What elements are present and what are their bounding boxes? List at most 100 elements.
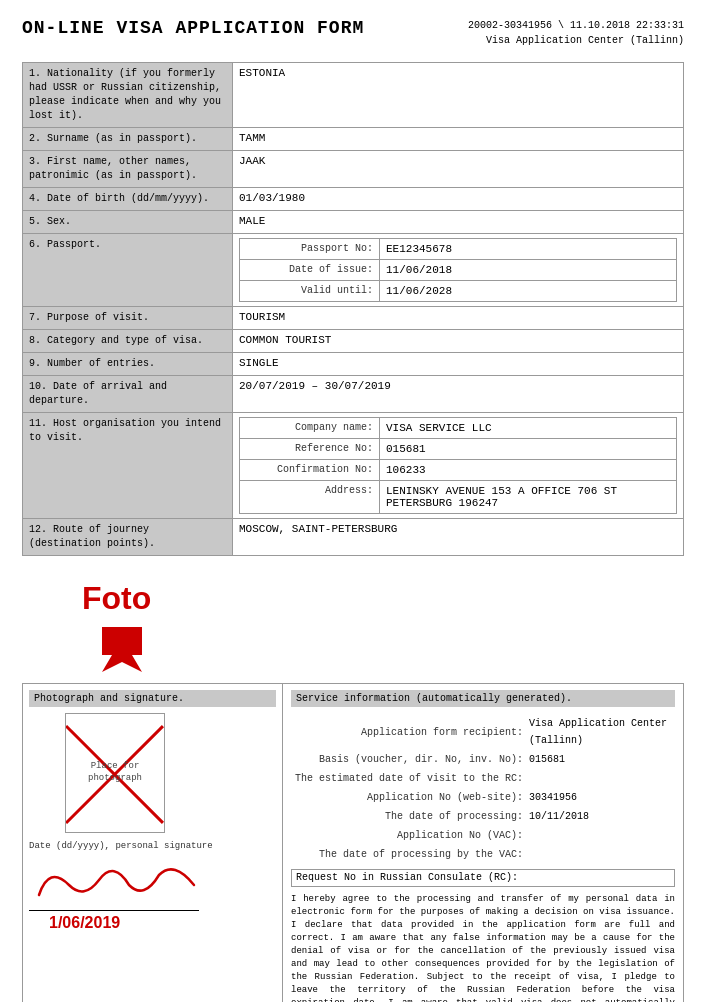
table-row: 5. Sex. MALE xyxy=(23,211,684,234)
service-row: Application No (VAC): xyxy=(293,827,673,844)
rc-request-label: Request No in Russian Consulate (RC): xyxy=(296,872,518,883)
field-value-7: TOURISM xyxy=(233,307,684,330)
vac-location: Visa Application Center (Tallinn) xyxy=(468,33,684,48)
field-value-4: 01/03/1980 xyxy=(233,188,684,211)
field-value-6: Passport No: EE12345678 Date of issue: 1… xyxy=(233,234,684,307)
service-label: Application No (web-site): xyxy=(293,789,525,806)
table-row: 1. Nationality (if you formerly had USSR… xyxy=(23,63,684,128)
service-label: Basis (voucher, dir. No, inv. No): xyxy=(293,751,525,768)
service-row: Application No (web-site): 30341956 xyxy=(293,789,673,806)
table-row: 4. Date of birth (dd/mm/yyyy). 01/03/198… xyxy=(23,188,684,211)
arrow-down-icon xyxy=(92,617,152,677)
photo-inner: Place forphotograph xyxy=(29,713,165,833)
field-value-10: 20/07/2019 – 30/07/2019 xyxy=(233,376,684,413)
field-label-8: 8. Category and type of visa. xyxy=(23,330,233,353)
photo-placeholder-text: Place forphotograph xyxy=(88,761,142,784)
table-row: 6. Passport. Passport No: EE12345678 Dat… xyxy=(23,234,684,307)
field-value-11: Company name: VISA SERVICE LLC Reference… xyxy=(233,413,684,519)
reference-no-value: 015681 xyxy=(380,439,677,460)
field-label-1: 1. Nationality (if you formerly had USSR… xyxy=(23,63,233,128)
field-value-8: COMMON TOURIST xyxy=(233,330,684,353)
table-row: 9. Number of entries. SINGLE xyxy=(23,353,684,376)
field-label-2: 2. Surname (as in passport). xyxy=(23,128,233,151)
reference-no-label: Reference No: xyxy=(240,439,380,460)
service-label: The date of processing by the VAC: xyxy=(293,846,525,863)
header: ON-LINE VISA APPLICATION FORM 20002-3034… xyxy=(22,18,684,48)
field-label-10: 10. Date of arrival and departure. xyxy=(23,376,233,413)
table-row: 7. Purpose of visit. TOURISM xyxy=(23,307,684,330)
declaration-text: I hereby agree to the processing and tra… xyxy=(291,893,675,1002)
field-value-3: JAAK xyxy=(233,151,684,188)
passport-no-value: EE12345678 xyxy=(380,239,677,260)
service-value xyxy=(527,827,673,844)
signature-label: Date (dd/yyyy), personal signature xyxy=(29,841,276,851)
service-label: Application No (VAC): xyxy=(293,827,525,844)
service-label: The date of processing: xyxy=(293,808,525,825)
service-row: The date of processing by the VAC: xyxy=(293,846,673,863)
form-table: 1. Nationality (if you formerly had USSR… xyxy=(22,62,684,556)
field-value-9: SINGLE xyxy=(233,353,684,376)
table-row: 2. Surname (as in passport). TAMM xyxy=(23,128,684,151)
service-label: The estimated date of visit to the RC: xyxy=(293,770,525,787)
signature-date: 1/06/2019 xyxy=(49,914,276,932)
svg-marker-0 xyxy=(102,627,142,672)
field-label-11: 11. Host organisation you intend to visi… xyxy=(23,413,233,519)
field-label-5: 5. Sex. xyxy=(23,211,233,234)
signature-image xyxy=(29,855,209,910)
company-name-label: Company name: xyxy=(240,418,380,439)
signature-line xyxy=(29,910,199,911)
service-value: 015681 xyxy=(527,751,673,768)
table-row: 12. Route of journey (destination points… xyxy=(23,519,684,556)
photo-col-label: Photograph and signature. xyxy=(29,690,276,707)
passport-no-label: Passport No: xyxy=(240,239,380,260)
rc-request-box: Request No in Russian Consulate (RC): xyxy=(291,869,675,887)
confirmation-no-label: Confirmation No: xyxy=(240,460,380,481)
field-label-7: 7. Purpose of visit. xyxy=(23,307,233,330)
field-value-2: TAMM xyxy=(233,128,684,151)
signature-area: Date (dd/yyyy), personal signature 1/06/… xyxy=(29,841,276,932)
service-info-table: Application form recipient: Visa Applica… xyxy=(291,713,675,865)
table-row: 3. First name, other names, patronimic (… xyxy=(23,151,684,188)
header-meta: 20002-30341956 \ 11.10.2018 22:33:31 Vis… xyxy=(468,18,684,48)
service-value xyxy=(527,846,673,863)
table-row: 11. Host organisation you intend to visi… xyxy=(23,413,684,519)
field-label-3: 3. First name, other names, patronimic (… xyxy=(23,151,233,188)
field-value-1: ESTONIA xyxy=(233,63,684,128)
service-row: The estimated date of visit to the RC: xyxy=(293,770,673,787)
bottom-section: Photograph and signature. xyxy=(22,683,684,1002)
valid-until-label: Valid until: xyxy=(240,281,380,302)
service-value xyxy=(527,770,673,787)
field-label-9: 9. Number of entries. xyxy=(23,353,233,376)
service-col-label: Service information (automatically gener… xyxy=(291,690,675,707)
valid-until-value: 11/06/2028 xyxy=(380,281,677,302)
service-row: Application form recipient: Visa Applica… xyxy=(293,715,673,749)
confirmation-no-value: 106233 xyxy=(380,460,677,481)
table-row: 10. Date of arrival and departure. 20/07… xyxy=(23,376,684,413)
field-value-5: MALE xyxy=(233,211,684,234)
field-label-12: 12. Route of journey (destination points… xyxy=(23,519,233,556)
date-issue-value: 11/06/2018 xyxy=(380,260,677,281)
service-value: Visa Application Center (Tallinn) xyxy=(527,715,673,749)
field-label-4: 4. Date of birth (dd/mm/yyyy). xyxy=(23,188,233,211)
field-value-12: MOSCOW, SAINT-PETERSBURG xyxy=(233,519,684,556)
company-name-value: VISA SERVICE LLC xyxy=(380,418,677,439)
foto-label: Foto xyxy=(82,580,151,617)
address-value: LENINSKY AVENUE 153 A OFFICE 706 ST PETE… xyxy=(380,481,677,514)
date-issue-label: Date of issue: xyxy=(240,260,380,281)
service-row: Basis (voucher, dir. No, inv. No): 01568… xyxy=(293,751,673,768)
service-value: 30341956 xyxy=(527,789,673,806)
signature-scrawl-icon xyxy=(29,855,209,905)
foto-section: Foto xyxy=(82,580,684,677)
photo-column: Photograph and signature. xyxy=(23,684,283,1002)
service-value: 10/11/2018 xyxy=(527,808,673,825)
page-title: ON-LINE VISA APPLICATION FORM xyxy=(22,18,364,38)
address-label: Address: xyxy=(240,481,380,514)
photo-box: Place forphotograph xyxy=(65,713,165,833)
service-row: The date of processing: 10/11/2018 xyxy=(293,808,673,825)
barcode xyxy=(29,713,59,797)
service-label: Application form recipient: xyxy=(293,715,525,749)
reference-code: 20002-30341956 \ 11.10.2018 22:33:31 xyxy=(468,18,684,33)
field-label-6: 6. Passport. xyxy=(23,234,233,307)
table-row: 8. Category and type of visa. COMMON TOU… xyxy=(23,330,684,353)
service-column: Service information (automatically gener… xyxy=(283,684,683,1002)
